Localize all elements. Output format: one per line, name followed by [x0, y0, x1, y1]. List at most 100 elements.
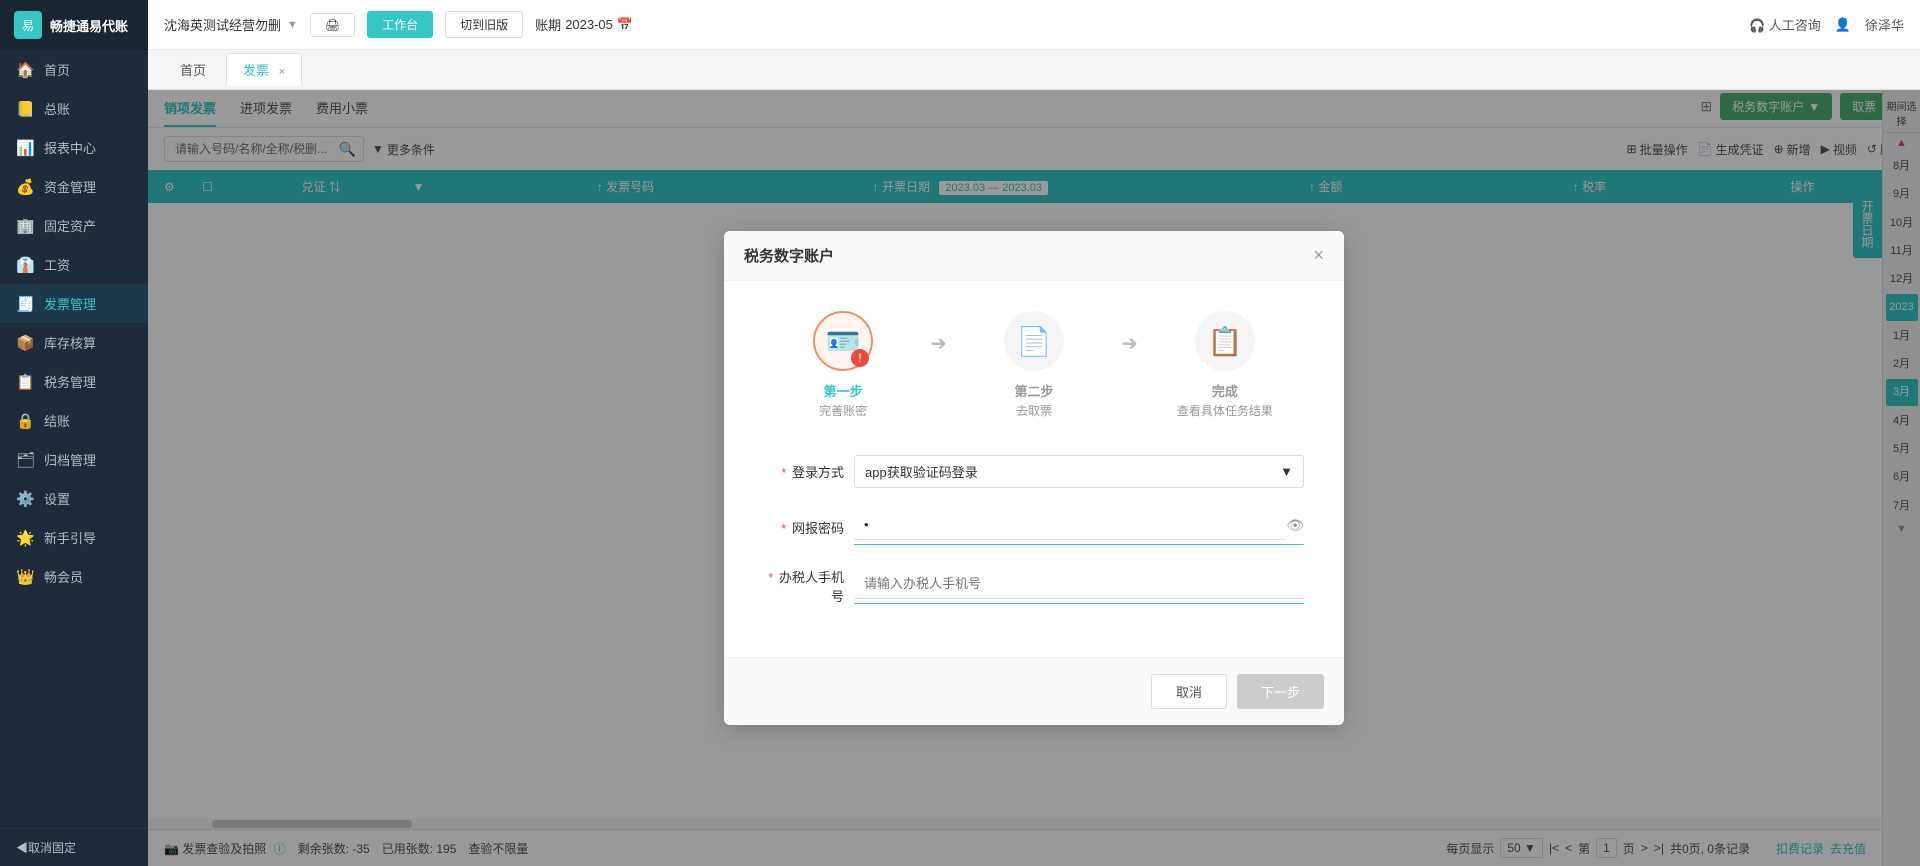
sidebar-item-guide[interactable]: 🌟 新手引导 [0, 518, 148, 557]
funds-icon: 💰 [16, 178, 34, 196]
sidebar-item-settings[interactable]: ⚙️ 设置 [0, 479, 148, 518]
sidebar-item-archive[interactable]: 🗂 归档管理 [0, 440, 148, 479]
password-row: * 网报密码 👁 [764, 510, 1304, 545]
sidebar-item-inventory[interactable]: 📦 库存核算 [0, 323, 148, 362]
sidebar-item-label: 总账 [44, 99, 70, 118]
step-3: 📋 完成 查看具体任务结果 [1146, 311, 1304, 419]
top-header: 沈海英测试经营勿删 ▼ 🖨 工作台 切到旧版 账期 2023-05 📅 🎧 人工… [148, 0, 1920, 50]
logo-icon: 易 [14, 11, 42, 39]
step-2-sub: 去取票 [1016, 402, 1052, 419]
login-method-row: * 登录方式 app获取验证码登录 ▼ [764, 455, 1304, 488]
username: 徐泽华 [1865, 15, 1904, 34]
sidebar-item-invoices[interactable]: 🧾 发票管理 [0, 284, 148, 323]
guide-icon: 🌟 [16, 529, 34, 547]
calendar-icon[interactable]: 📅 [617, 17, 633, 33]
sidebar-item-label: 设置 [44, 489, 70, 508]
step-3-icon-wrap: 📋 [1195, 311, 1255, 371]
sidebar-item-label: 报表中心 [44, 138, 96, 157]
assets-icon: 🏢 [16, 217, 34, 235]
avatar: 👤 [1835, 17, 1851, 33]
page-content: 销项发票 进项发票 费用小票 ⊞ 税务数字账户 ▼ 取票 [148, 90, 1920, 866]
workspace-btn[interactable]: 工作台 [367, 11, 433, 38]
phone-row: * 办税人手机号 [764, 567, 1304, 605]
sidebar-item-label: 税务管理 [44, 372, 96, 391]
company-name: 沈海英测试经营勿删 [164, 15, 281, 34]
step-2-label: 第二步 [1014, 381, 1053, 400]
unpin-btn[interactable]: ◀取消固定 [0, 828, 148, 866]
sidebar-item-payroll[interactable]: 👔 工资 [0, 245, 148, 284]
sidebar-item-tax[interactable]: 📋 税务管理 [0, 362, 148, 401]
company-dropdown-icon: ▼ [287, 19, 298, 31]
sidebar-item-label: 库存核算 [44, 333, 96, 352]
header-right: 🎧 人工咨询 👤 徐泽华 [1749, 15, 1904, 34]
reports-icon: 📊 [16, 139, 34, 157]
step-1: 🪪 ! 第一步 完善账密 [764, 311, 922, 419]
sidebar-item-member[interactable]: 👑 畅会员 [0, 557, 148, 596]
eye-toggle-icon[interactable]: 👁 [1286, 517, 1304, 534]
support-btn[interactable]: 🎧 人工咨询 [1749, 15, 1821, 34]
sidebar-item-label: 结账 [44, 411, 70, 430]
logo-text: 畅捷通易代账 [50, 16, 128, 35]
modal-footer: 取消 下一步 [724, 657, 1344, 725]
step-3-label: 完成 [1212, 381, 1238, 400]
print-btn[interactable]: 🖨 [310, 13, 355, 37]
payroll-icon: 👔 [16, 256, 34, 274]
select-dropdown-icon: ▼ [1280, 464, 1293, 479]
steps: 🪪 ! 第一步 完善账密 ➜ 📄 [764, 311, 1304, 419]
main-area: 沈海英测试经营勿删 ▼ 🖨 工作台 切到旧版 账期 2023-05 📅 🎧 人工… [148, 0, 1920, 866]
phone-input[interactable] [854, 569, 1304, 599]
modal-body: 🪪 ! 第一步 完善账密 ➜ 📄 [724, 281, 1344, 657]
switch-version-btn[interactable]: 切到旧版 [445, 11, 523, 38]
sidebar-item-label: 归档管理 [44, 450, 96, 469]
invoices-icon: 🧾 [16, 295, 34, 313]
home-icon: 🏠 [16, 61, 34, 79]
tab-invoice[interactable]: 发票 × [226, 53, 302, 86]
sidebar-item-ledger[interactable]: 📒 总账 [0, 89, 148, 128]
required-star-pwd: * [781, 521, 786, 536]
period-info: 账期 2023-05 📅 [535, 15, 633, 34]
sidebar-item-close[interactable]: 🔒 结账 [0, 401, 148, 440]
password-input[interactable] [854, 510, 1286, 540]
phone-input-wrap [854, 569, 1304, 604]
login-method-select[interactable]: app获取验证码登录 ▼ [854, 455, 1304, 488]
modal-close-btn[interactable]: × [1313, 245, 1324, 266]
ledger-icon: 📒 [16, 100, 34, 118]
sidebar-item-label: 畅会员 [44, 567, 83, 586]
app-logo: 易 畅捷通易代账 [0, 0, 148, 50]
step-2-icon-wrap: 📄 [1004, 311, 1064, 371]
tab-home[interactable]: 首页 [164, 54, 222, 85]
sidebar: 易 畅捷通易代账 🏠 首页 📒 总账 📊 报表中心 💰 资金管理 🏢 固定资产 … [0, 0, 148, 866]
modal-title: 税务数字账户 [744, 245, 834, 266]
sidebar-item-assets[interactable]: 🏢 固定资产 [0, 206, 148, 245]
step-1-label: 第一步 [824, 381, 863, 400]
phone-label: * 办税人手机号 [764, 567, 844, 605]
company-select[interactable]: 沈海英测试经营勿删 ▼ [164, 15, 298, 34]
step-3-sub: 查看具体任务结果 [1177, 402, 1273, 419]
sidebar-item-funds[interactable]: 💰 资金管理 [0, 167, 148, 206]
step-3-icon: 📋 [1207, 325, 1242, 358]
password-input-wrap: 👁 [854, 510, 1304, 545]
password-label: * 网报密码 [764, 518, 844, 537]
inventory-icon: 📦 [16, 334, 34, 352]
period-label: 账期 [535, 15, 561, 34]
cancel-btn[interactable]: 取消 [1151, 674, 1227, 709]
member-icon: 👑 [16, 568, 34, 586]
sidebar-item-label: 发票管理 [44, 294, 96, 313]
sidebar-item-home[interactable]: 🏠 首页 [0, 50, 148, 89]
unpin-label: ◀取消固定 [16, 839, 76, 856]
required-star: * [781, 465, 786, 480]
next-btn[interactable]: 下一步 [1237, 674, 1324, 709]
sidebar-item-reports[interactable]: 📊 报表中心 [0, 128, 148, 167]
period-value: 2023-05 [565, 17, 613, 32]
login-method-label: * 登录方式 [764, 462, 844, 481]
sidebar-item-label: 新手引导 [44, 528, 96, 547]
step-2: 📄 第二步 去取票 [955, 311, 1113, 419]
archive-icon: 🗂 [16, 451, 34, 469]
step-arrow-1: ➜ [922, 311, 955, 356]
modal-overlay: 税务数字账户 × 🪪 ! 第一步 完善账密 [148, 90, 1920, 866]
tab-close-icon[interactable]: × [279, 66, 285, 78]
settings-icon: ⚙️ [16, 490, 34, 508]
step-arrow-2: ➜ [1113, 311, 1146, 356]
sidebar-item-label: 首页 [44, 60, 70, 79]
sidebar-item-label: 资金管理 [44, 177, 96, 196]
